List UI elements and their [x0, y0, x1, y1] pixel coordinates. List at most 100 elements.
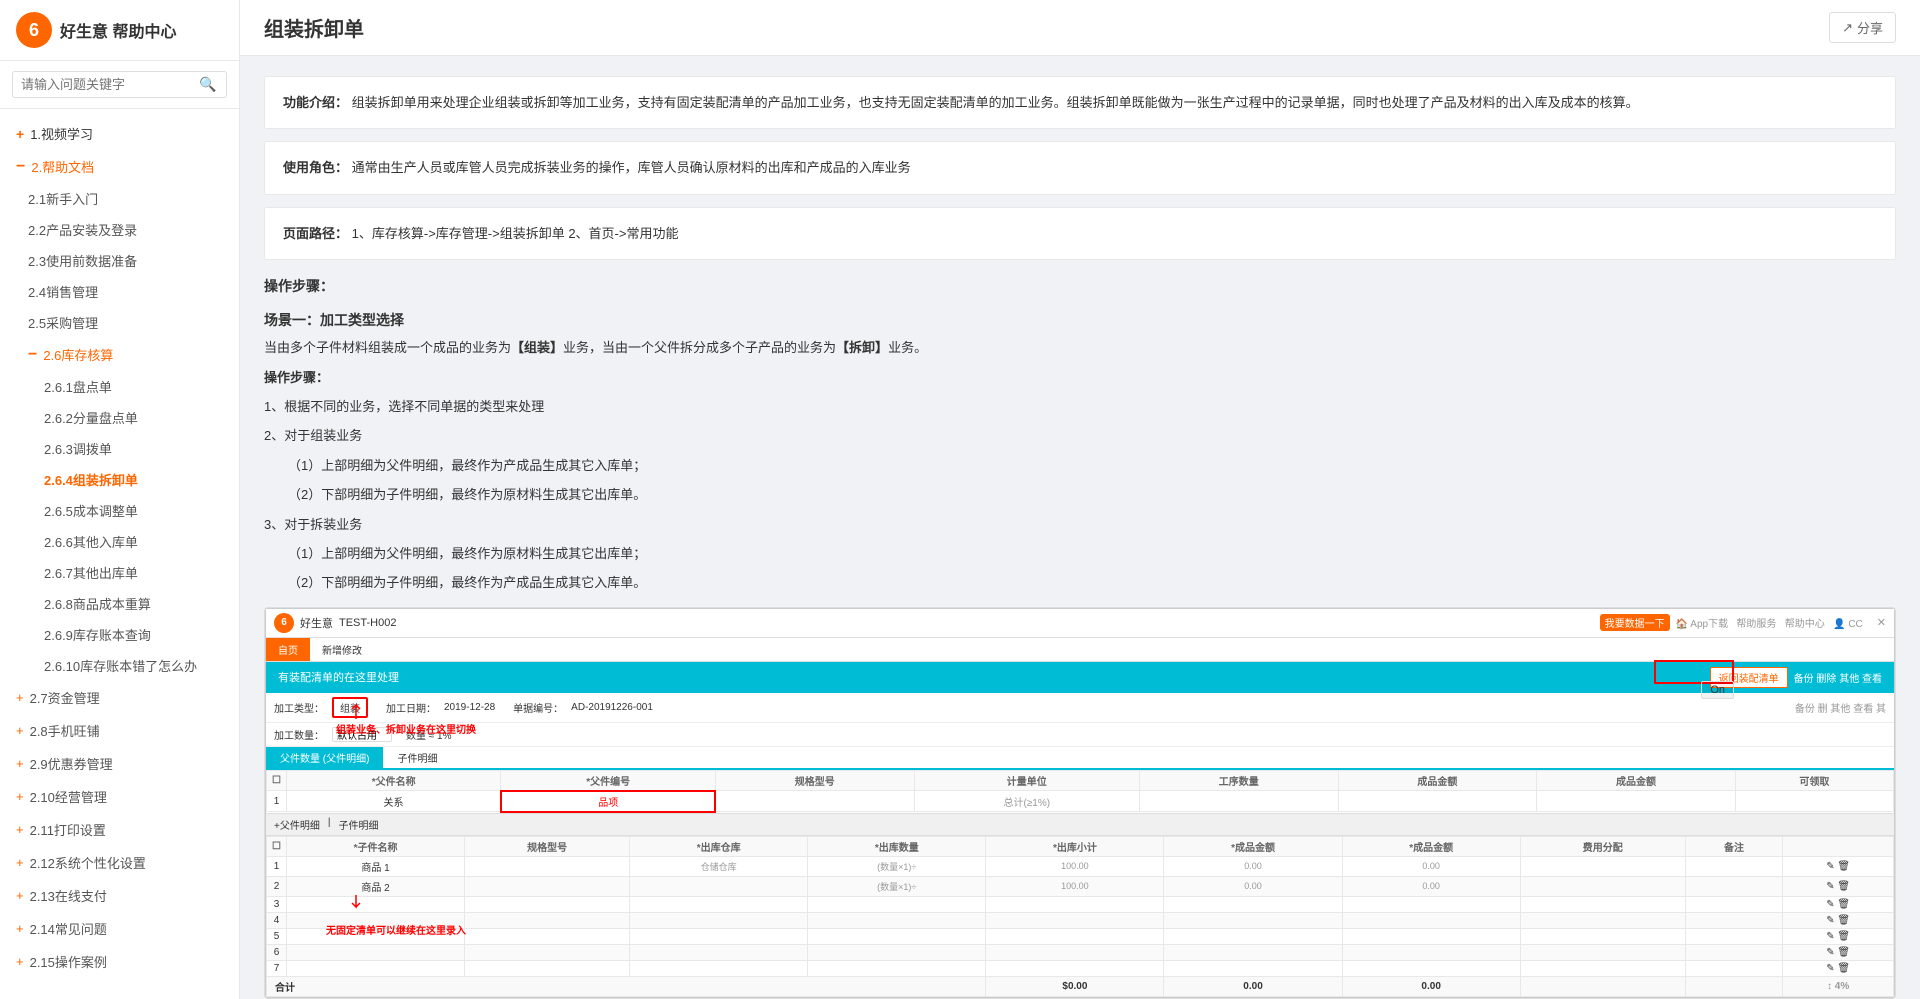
sidebar-item-2-1[interactable]: 2.1新手入门: [28, 183, 239, 214]
bill-value: AD-20191226-001: [571, 702, 653, 713]
sidebar-header: 6 好生意 帮助中心: [0, 0, 239, 61]
qty-label: 加工数量：: [274, 727, 324, 742]
app-name: 好生意 帮助中心: [60, 18, 176, 42]
role-text: 通常由生产人员或库管人员完成拆装业务的操作，库管人员确认原材料的出库和产成品的入…: [352, 160, 911, 175]
share-label: 分享: [1857, 18, 1883, 37]
sidebar-item-2-5[interactable]: 2.5采购管理: [28, 307, 239, 338]
mock-green-bar: 有装配清单的在这里处理 返回装配清单 备份 删除 其他 查看 启用处理: [266, 662, 1894, 693]
mock-lower-table: ☐ *子件名称 规格型号 *出库仓库 *出库数量 *出库小计 *成品金额 *成品…: [266, 836, 1894, 997]
main-content: 组装拆卸单 ↗ 分享 功能介绍： 组装拆卸单用来处理企业组装或拆卸等加工业务，支…: [240, 0, 1920, 999]
search-input[interactable]: [12, 71, 227, 98]
role-block: 使用角色： 通常由生产人员或库管人员完成拆装业务的操作，库管人员确认原材料的出库…: [264, 141, 1896, 194]
step-3-2: （2）下部明细为子件明细，最终作为产成品生成其它入库单。: [264, 571, 1896, 594]
sidebar-item-2-9[interactable]: +2.9优惠券管理: [0, 747, 239, 780]
mock-green-bar-right: 返回装配清单 备份 删除 其他 查看: [1710, 667, 1882, 688]
sidebar-item-2-7[interactable]: +2.7资金管理: [0, 681, 239, 714]
mock-field-icons: 备份 删 其他 查看 其: [1795, 700, 1886, 715]
mock-detail-tab-active: 父件数量 (父件明细): [266, 747, 383, 768]
sidebar-item-2-11[interactable]: +2.11打印设置: [0, 813, 239, 846]
expand-icon-1: +: [16, 126, 24, 142]
sidebar-item-label-1: 1.视频学习: [30, 124, 93, 143]
mock-topbar: 6 好生意 TEST-H002 我要数据一下 🏠 App下载 帮助服务 帮助中心…: [266, 609, 1894, 638]
step-2: 2、对于组装业务: [264, 424, 1896, 447]
mock-tab-active: 自页: [266, 638, 310, 661]
mock-tag: 我要数据一下: [1600, 614, 1670, 631]
sidebar-sub-2-6: 2.6.1盘点单 2.6.2分量盘点单 2.6.3调拨单 2.6.4组装拆卸单 …: [28, 371, 239, 681]
content-area: 功能介绍： 组装拆卸单用来处理企业组装或拆卸等加工业务，支持有固定装配清单的产品…: [240, 56, 1920, 999]
mock-form-row2: 加工数量： 数量 ≈ 1%: [266, 723, 1894, 747]
sidebar-item-2-6-8[interactable]: 2.6.8商品成本重算: [44, 588, 239, 619]
mock-detail-tabs: 父件数量 (父件明细) 子件明细: [266, 747, 1894, 770]
sidebar-item-2-15[interactable]: +2.15操作案例: [0, 945, 239, 978]
mock-tab-list: 新增修改: [310, 638, 374, 661]
step-3: 3、对于拆装业务: [264, 513, 1896, 536]
sidebar-item-2-6-9[interactable]: 2.6.9库存账本查询: [44, 619, 239, 650]
sidebar-item-2-4[interactable]: 2.4销售管理: [28, 276, 239, 307]
feature-intro-block: 功能介绍： 组装拆卸单用来处理企业组装或拆卸等加工业务，支持有固定装配清单的产品…: [264, 76, 1896, 129]
sidebar-item-2-6-2[interactable]: 2.6.2分量盘点单: [44, 402, 239, 433]
sidebar-item-label-2-6: 2.6库存核算: [43, 345, 113, 364]
mock-lower-table-wrapper: ☐ *子件名称 规格型号 *出库仓库 *出库数量 *出库小计 *成品金额 *成品…: [266, 836, 1894, 997]
mock-upper-table: ☐ *父件名称 *父件编号 规格型号 计量单位 工序数量 成品金额 成品金额 可…: [266, 770, 1894, 813]
mock-id: TEST-H002: [339, 617, 396, 629]
sidebar-item-2-3[interactable]: 2.3使用前数据准备: [28, 245, 239, 276]
bill-label: 单据编号：: [513, 700, 563, 715]
step-1: 1、根据不同的业务，选择不同单据的类型来处理: [264, 395, 1896, 418]
mock-form-row: 加工类型： 组装 加工日期： 2019-12-28 单据编号： AD-20191…: [266, 693, 1894, 723]
lower-tab-2: 子件明细: [338, 817, 378, 832]
page-title: 组装拆卸单: [264, 13, 364, 42]
sidebar-item-video[interactable]: + 1.视频学习: [0, 117, 239, 150]
sidebar-item-2-6-5[interactable]: 2.6.5成本调整单: [44, 495, 239, 526]
search-bar: 🔍: [0, 61, 239, 109]
sidebar-item-2-2[interactable]: 2.2产品安装及登录: [28, 214, 239, 245]
mock-upper-table-wrapper: ☐ *父件名称 *父件编号 规格型号 计量单位 工序数量 成品金额 成品金额 可…: [266, 770, 1894, 813]
sidebar-item-2-12[interactable]: +2.12系统个性化设置: [0, 846, 239, 879]
mock-logo: 6: [274, 613, 294, 633]
on-label: On: [1701, 681, 1734, 699]
search-button[interactable]: 🔍: [199, 76, 216, 93]
path-block: 页面路径： 1、库存核算->库存管理->组装拆卸单 2、首页->常用功能: [264, 207, 1896, 260]
sidebar-item-2-8[interactable]: +2.8手机旺铺: [0, 714, 239, 747]
step-2-1: （1）上部明细为父件明细，最终作为产成品生成其它入库单；: [264, 454, 1896, 477]
step-3-1: （1）上部明细为父件明细，最终作为原材料生成其它出库单；: [264, 542, 1896, 565]
mock-detail-tab-2: 子件明细: [383, 747, 451, 768]
expand-icon-2-6: −: [28, 346, 37, 364]
role-label: 使用角色：: [283, 160, 348, 175]
type-label: 加工类型：: [274, 700, 324, 715]
sidebar-item-2-6-3[interactable]: 2.6.3调拨单: [44, 433, 239, 464]
scenario1-title: 场景一：加工类型选择: [264, 310, 1896, 330]
sidebar-item-2-10[interactable]: +2.10经营管理: [0, 780, 239, 813]
share-icon: ↗: [1842, 20, 1853, 36]
sidebar-item-label-2: 2.帮助文档: [31, 157, 94, 176]
sidebar: 6 好生意 帮助中心 🔍 + 1.视频学习 − 2.帮助文档 2.1新手入门 2…: [0, 0, 240, 999]
sidebar-item-2-6[interactable]: − 2.6库存核算: [28, 338, 239, 371]
sidebar-item-2-13[interactable]: +2.13在线支付: [0, 879, 239, 912]
type-field: 组装: [332, 697, 368, 718]
mock-green-bar-text: 有装配清单的在这里处理: [278, 669, 399, 685]
ops-title: 操作步骤：: [264, 276, 1896, 296]
sidebar-item-2-6-10[interactable]: 2.6.10库存账本错了怎么办: [44, 650, 239, 681]
ops-steps-label: 操作步骤：: [264, 366, 1896, 389]
sidebar-item-2-6-4[interactable]: 2.6.4组装拆卸单: [44, 464, 239, 495]
main-header: 组装拆卸单 ↗ 分享: [240, 0, 1920, 56]
sidebar-item-2-6-6[interactable]: 2.6.6其他入库单: [44, 526, 239, 557]
feature-intro-label: 功能介绍：: [283, 95, 348, 110]
sidebar-item-2-6-1[interactable]: 2.6.1盘点单: [44, 371, 239, 402]
app-logo: 6: [16, 12, 52, 48]
qty-unit: 数量 ≈ 1%: [406, 727, 452, 742]
expand-icon-2: −: [16, 158, 25, 176]
qty-input: [332, 727, 392, 742]
mock-title: 好生意: [300, 615, 333, 631]
mock-icons: 🏠 App下载 帮助服务 帮助中心 👤 CC: [1676, 615, 1863, 630]
step-2-2: （2）下部明细为子件明细，最终作为原材料生成其它出库单。: [264, 483, 1896, 506]
sidebar-item-2-14[interactable]: +2.14常见问题: [0, 912, 239, 945]
sidebar-item-2-6-7[interactable]: 2.6.7其他出库单: [44, 557, 239, 588]
share-button[interactable]: ↗ 分享: [1829, 12, 1896, 43]
lower-tab-sep: |: [328, 817, 331, 832]
sidebar-sub-docs: 2.1新手入门 2.2产品安装及登录 2.3使用前数据准备 2.4销售管理 2.…: [0, 183, 239, 978]
sidebar-item-docs[interactable]: − 2.帮助文档: [0, 150, 239, 183]
mock-tabbar: 自页 新增修改: [266, 638, 1894, 662]
feature-intro-text: 组装拆卸单用来处理企业组装或拆卸等加工业务，支持有固定装配清单的产品加工业务，也…: [352, 95, 1639, 110]
sidebar-nav: + 1.视频学习 − 2.帮助文档 2.1新手入门 2.2产品安装及登录 2.3…: [0, 109, 239, 999]
path-text: 1、库存核算->库存管理->组装拆卸单 2、首页->常用功能: [352, 226, 679, 241]
